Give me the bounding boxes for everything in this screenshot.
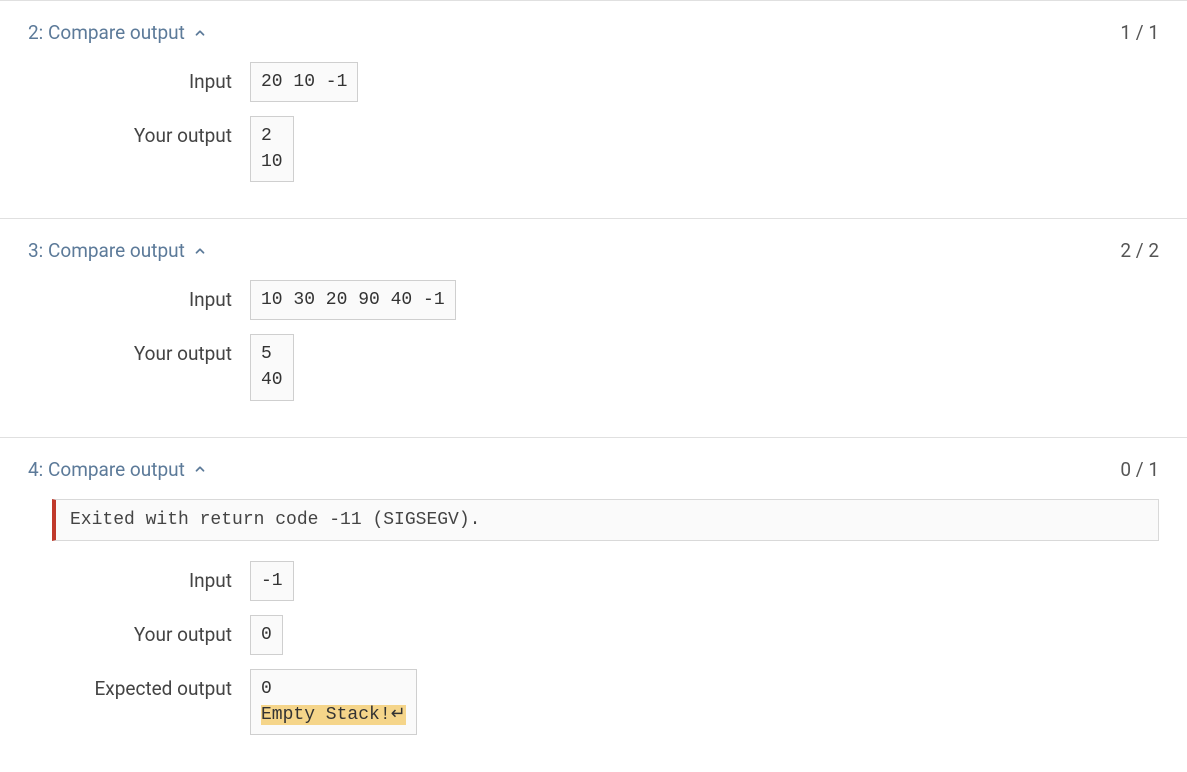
row-your-output: Your output 5 40 bbox=[28, 334, 1159, 400]
label-input: Input bbox=[28, 62, 250, 93]
test-header-3[interactable]: 3: Compare output 2 / 2 bbox=[0, 219, 1187, 280]
expected-line1: 0 bbox=[261, 679, 272, 699]
input-value: 10 30 20 90 40 -1 bbox=[250, 280, 456, 320]
row-input: Input 10 30 20 90 40 -1 bbox=[28, 280, 1159, 320]
test-title-wrap: 4: Compare output bbox=[28, 458, 207, 481]
test-title: 4: Compare output bbox=[28, 458, 185, 481]
row-input: Input -1 bbox=[28, 561, 1159, 601]
test-header-2[interactable]: 2: Compare output 1 / 1 bbox=[0, 1, 1187, 62]
row-your-output: Your output 0 bbox=[28, 615, 1159, 655]
test-rows: Input 20 10 -1 Your output 2 10 bbox=[0, 62, 1187, 218]
label-expected-output: Expected output bbox=[28, 669, 250, 700]
test-title: 2: Compare output bbox=[28, 21, 185, 44]
test-rows: Input 10 30 20 90 40 -1 Your output 5 40 bbox=[0, 280, 1187, 436]
test-title: 3: Compare output bbox=[28, 239, 185, 262]
label-your-output: Your output bbox=[28, 116, 250, 147]
chevron-up-icon bbox=[193, 462, 207, 476]
your-output-value: 5 40 bbox=[250, 334, 294, 400]
label-input: Input bbox=[28, 561, 250, 592]
expected-line2-highlight: Empty Stack! bbox=[261, 705, 391, 725]
input-value: -1 bbox=[250, 561, 294, 601]
test-block-2: 2: Compare output 1 / 1 Input 20 10 -1 Y… bbox=[0, 0, 1187, 218]
test-block-4: 4: Compare output 0 / 1 Exited with retu… bbox=[0, 437, 1187, 771]
expected-output-value: 0 Empty Stack!↵ bbox=[250, 669, 417, 735]
test-rows: Input -1 Your output 0 Expected output 0… bbox=[0, 561, 1187, 771]
test-title-wrap: 2: Compare output bbox=[28, 21, 207, 44]
test-title-wrap: 3: Compare output bbox=[28, 239, 207, 262]
chevron-up-icon bbox=[193, 244, 207, 258]
row-your-output: Your output 2 10 bbox=[28, 116, 1159, 182]
row-input: Input 20 10 -1 bbox=[28, 62, 1159, 102]
test-block-3: 3: Compare output 2 / 2 Input 10 30 20 9… bbox=[0, 218, 1187, 436]
test-score: 0 / 1 bbox=[1120, 458, 1159, 481]
test-score: 2 / 2 bbox=[1120, 239, 1159, 262]
label-your-output: Your output bbox=[28, 334, 250, 365]
chevron-up-icon bbox=[193, 26, 207, 40]
your-output-value: 0 bbox=[250, 615, 283, 655]
error-banner: Exited with return code -11 (SIGSEGV). bbox=[52, 499, 1159, 541]
label-input: Input bbox=[28, 280, 250, 311]
return-symbol-icon: ↵ bbox=[391, 705, 406, 725]
your-output-value: 2 10 bbox=[250, 116, 294, 182]
input-value: 20 10 -1 bbox=[250, 62, 358, 102]
test-header-4[interactable]: 4: Compare output 0 / 1 bbox=[0, 438, 1187, 499]
test-score: 1 / 1 bbox=[1120, 21, 1159, 44]
row-expected-output: Expected output 0 Empty Stack!↵ bbox=[28, 669, 1159, 735]
label-your-output: Your output bbox=[28, 615, 250, 646]
